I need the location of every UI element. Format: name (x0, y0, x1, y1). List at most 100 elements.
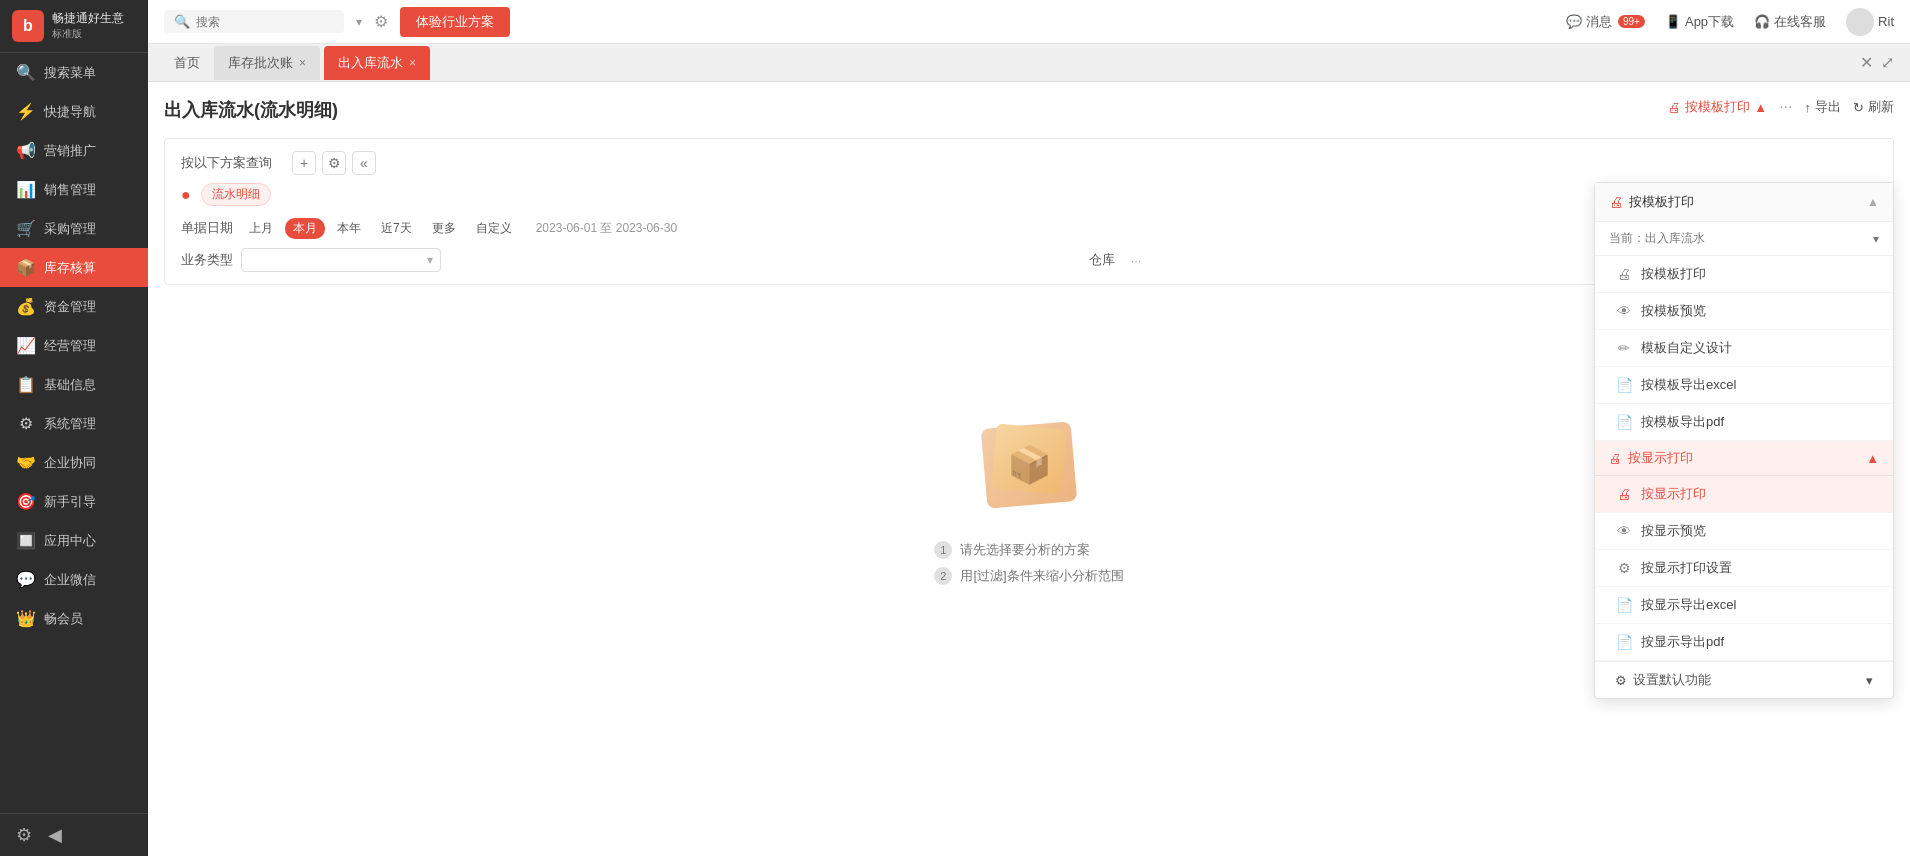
close-window-button[interactable]: ✕ (1860, 53, 1873, 72)
tag-dot-icon: ● (181, 186, 191, 204)
message-badge: 99+ (1618, 15, 1645, 28)
dropdown-display-settings[interactable]: ⚙ 按显示打印设置 (1595, 550, 1893, 587)
filter-actions: + ⚙ « (292, 151, 376, 175)
dropdown-print-icon: 🖨 (1609, 194, 1623, 210)
box-icon: 📦 (16, 258, 36, 277)
page-title: 出入库流水(流水明细) (164, 98, 1894, 122)
handshake-icon: 🤝 (16, 453, 36, 472)
sidebar-item-search[interactable]: 🔍 搜索菜单 (0, 53, 148, 92)
search-input[interactable] (196, 15, 316, 29)
tabbar: 首页 库存批次账 × 出入库流水 × ✕ ⤢ (148, 44, 1910, 82)
cart-icon: 🛒 (16, 219, 36, 238)
collapse-filter-button[interactable]: « (352, 151, 376, 175)
dropdown-collapse-icon[interactable]: ▲ (1867, 195, 1879, 209)
online-service-button[interactable]: 🎧 在线客服 (1754, 13, 1826, 31)
date-opt-custom[interactable]: 自定义 (468, 218, 520, 239)
tab-inventory-batch-close[interactable]: × (299, 56, 306, 70)
sidebar-item-system[interactable]: ⚙ 系统管理 (0, 404, 148, 443)
sidebar-item-sales[interactable]: 📊 销售管理 (0, 170, 148, 209)
sidebar-bottom: ⚙ ◀ (0, 813, 148, 856)
messages-button[interactable]: 💬 消息 99+ (1566, 13, 1645, 31)
empty-step-2: 2 用[过滤]条件来缩小分析范围 (934, 567, 1123, 585)
dropdown-footer[interactable]: ⚙ 设置默认功能 ▾ (1595, 661, 1893, 698)
edit-item-icon: ✏ (1615, 340, 1633, 356)
collapse-sidebar-icon[interactable]: ◀ (48, 824, 62, 846)
trial-button[interactable]: 体验行业方案 (400, 7, 510, 37)
avatar-img (1846, 8, 1874, 36)
date-range: 2023-06-01 至 2023-06-30 (536, 220, 677, 237)
filter-label: 按以下方案查询 (181, 154, 272, 172)
biz-type-label: 业务类型 (181, 251, 233, 269)
warehouse-more-icon[interactable]: ··· (1131, 253, 1142, 268)
sidebar-item-purchase[interactable]: 🛒 采购管理 (0, 209, 148, 248)
dropdown-template-excel[interactable]: 📄 按模板导出excel (1595, 367, 1893, 404)
biz-type-field: 业务类型 ▾ (181, 248, 441, 272)
dropdown-template-pdf[interactable]: 📄 按模板导出pdf (1595, 404, 1893, 441)
flow-detail-tag[interactable]: 流水明细 (201, 183, 271, 206)
sidebar-item-operations[interactable]: 📈 经营管理 (0, 326, 148, 365)
dropdown-template-preview[interactable]: 👁 按模板预览 (1595, 293, 1893, 330)
display-preview-icon: 👁 (1615, 523, 1633, 539)
tab-home[interactable]: 首页 (164, 46, 210, 80)
topbar-search[interactable]: 🔍 (164, 10, 344, 33)
sidebar-item-guide[interactable]: 🎯 新手引导 (0, 482, 148, 521)
dropdown-template-custom[interactable]: ✏ 模板自定义设计 (1595, 330, 1893, 367)
date-field: 单据日期 上月 本月 本年 近7天 更多 自定义 2023-06-01 至 20… (181, 218, 677, 239)
pdf-item-icon: 📄 (1615, 414, 1633, 430)
dropdown-display-print[interactable]: 🖨 按显示打印 (1595, 476, 1893, 513)
preview-item-icon: 👁 (1615, 303, 1633, 319)
dropdown-display-excel[interactable]: 📄 按显示导出excel (1595, 587, 1893, 624)
search-topbar-icon: 🔍 (174, 14, 190, 29)
sidebar-item-finance[interactable]: 💰 资金管理 (0, 287, 148, 326)
refresh-button[interactable]: ↻ 刷新 (1853, 98, 1894, 116)
display-section-icon: 🖨 (1609, 451, 1622, 466)
dropdown-template-print[interactable]: 🖨 按模板打印 (1595, 256, 1893, 293)
tab-inventory-flow[interactable]: 出入库流水 × (324, 46, 430, 80)
dropdown-current: 当前：出入库流水 ▾ (1595, 222, 1893, 256)
sidebar-item-apps[interactable]: 🔲 应用中心 (0, 521, 148, 560)
topbar-gear-icon[interactable]: ⚙ (374, 12, 388, 31)
tab-inventory-batch[interactable]: 库存批次账 × (214, 46, 320, 80)
settings-icon[interactable]: ⚙ (16, 824, 32, 846)
search-dropdown-icon[interactable]: ▾ (356, 15, 362, 29)
settings-filter-button[interactable]: ⚙ (322, 151, 346, 175)
add-filter-button[interactable]: + (292, 151, 316, 175)
display-section-chevron-up[interactable]: ▲ (1866, 451, 1879, 466)
tabbar-right: ✕ ⤢ (1860, 53, 1894, 72)
grid-icon: 🔲 (16, 531, 36, 550)
empty-box-icon: 📦 (1007, 444, 1052, 486)
user-name: Rit (1878, 14, 1894, 29)
sidebar-item-inventory[interactable]: 📦 库存核算 (0, 248, 148, 287)
footer-chevron-icon: ▾ (1866, 673, 1873, 688)
user-avatar[interactable]: Rit (1846, 8, 1894, 36)
sidebar-item-members[interactable]: 👑 畅会员 (0, 599, 148, 638)
date-opt-7days[interactable]: 近7天 (373, 218, 420, 239)
sidebar-item-quick-nav[interactable]: ⚡ 快捷导航 (0, 92, 148, 131)
dropdown-display-pdf[interactable]: 📄 按显示导出pdf (1595, 624, 1893, 661)
date-opt-last-month[interactable]: 上月 (241, 218, 281, 239)
topbar: 🔍 ▾ ⚙ 体验行业方案 💬 消息 99+ 📱 App下载 🎧 在线客服 Rit (148, 0, 1910, 44)
dropdown-display-preview[interactable]: 👁 按显示预览 (1595, 513, 1893, 550)
biz-type-select[interactable] (241, 248, 441, 272)
target-icon: 🎯 (16, 492, 36, 511)
app-logo-icon: b (12, 10, 44, 42)
sidebar-item-basic[interactable]: 📋 基础信息 (0, 365, 148, 404)
date-opt-this-year[interactable]: 本年 (329, 218, 369, 239)
app-download-button[interactable]: 📱 App下载 (1665, 13, 1734, 31)
sidebar-item-wechat[interactable]: 💬 企业微信 (0, 560, 148, 599)
dropdown-display-section[interactable]: 🖨 按显示打印 ▲ (1595, 441, 1893, 476)
tab-inventory-flow-close[interactable]: × (409, 56, 416, 70)
sidebar-item-marketing[interactable]: 📢 营销推广 (0, 131, 148, 170)
date-opt-more[interactable]: 更多 (424, 218, 464, 239)
expand-window-button[interactable]: ⤢ (1881, 53, 1894, 72)
more-options-button[interactable]: ··· (1779, 98, 1792, 116)
chevron-up-icon: ▲ (1754, 100, 1767, 115)
date-opt-this-month[interactable]: 本月 (285, 218, 325, 239)
empty-step-1: 1 请先选择要分析的方案 (934, 541, 1123, 559)
sidebar-item-cooperation[interactable]: 🤝 企业协同 (0, 443, 148, 482)
export-button[interactable]: ↑ 导出 (1805, 98, 1842, 116)
dropdown-sub-chevron[interactable]: ▾ (1873, 232, 1879, 246)
main-area: 🔍 ▾ ⚙ 体验行业方案 💬 消息 99+ 📱 App下载 🎧 在线客服 Rit (148, 0, 1910, 856)
page-top-actions: 🖨 按模板打印 ▲ ··· ↑ 导出 ↻ 刷新 (1668, 98, 1894, 116)
print-template-button[interactable]: 🖨 按模板打印 ▲ (1668, 98, 1767, 116)
